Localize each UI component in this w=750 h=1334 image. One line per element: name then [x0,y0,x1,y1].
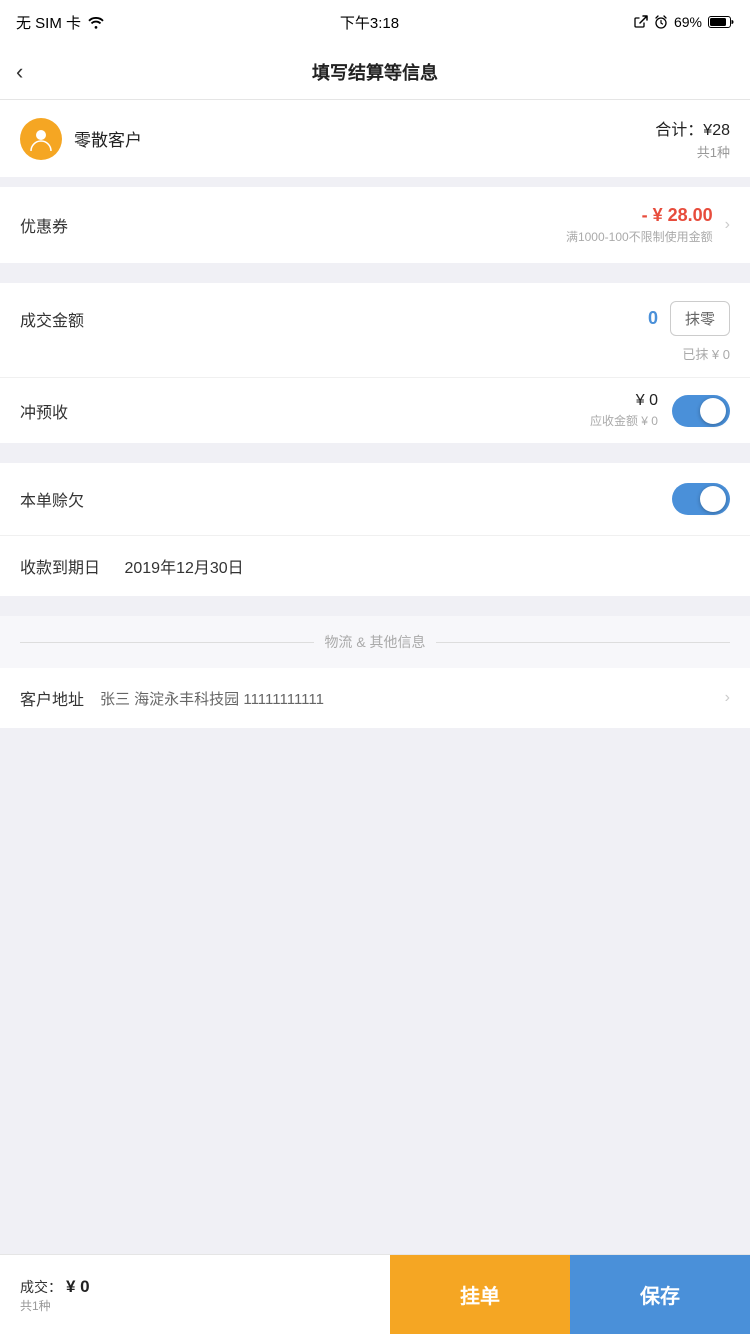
coupon-desc: 满1000-100不限制使用金额 [566,228,713,245]
hold-button[interactable]: 挂单 [390,1255,570,1334]
due-date-value: 2019年12月30日 [124,560,243,577]
nav-bar: ‹ 填写结算等信息 [0,44,750,100]
credit-card: 本单赊欠 收款到期日 2019年12月30日 [0,463,750,596]
status-bar: 无 SIM 卡 下午3:18 69% [0,0,750,44]
coupon-card: 优惠券 - ¥ 28.00 满1000-100不限制使用金额 › [0,187,750,263]
back-button[interactable]: ‹ [16,59,56,85]
advance-amount-value: ¥ 0 [590,392,658,410]
battery-label: 69% [674,14,702,30]
customer-row: 零散客户 合计：¥28 共1种 [0,100,750,177]
trade-amount-input[interactable] [618,308,658,329]
due-date-label: 收款到期日 [20,560,100,577]
logistics-label: 物流 & 其他信息 [324,632,425,652]
logistics-card: 物流 & 其他信息 客户地址 张三 海淀永丰科技园 11111111111 › [0,616,750,728]
location-icon [634,15,648,29]
coupon-label: 优惠券 [20,213,68,237]
trade-sub-label: 已抹 ¥ 0 [20,340,730,377]
avatar [20,118,62,160]
credit-row: 本单赊欠 [0,463,750,535]
section-gap-1 [0,273,750,283]
coupon-right: - ¥ 28.00 满1000-100不限制使用金额 › [566,205,730,245]
customer-total: 合计：¥28 [655,116,730,140]
trade-amount-section: 成交金额 抹零 已抹 ¥ 0 [0,283,750,377]
advance-amount: ¥ 0 应收金额 ¥ 0 [590,392,658,429]
section-gap-2 [0,453,750,463]
trade-amount-label: 成交金额 [20,307,84,331]
bottom-info: 成交： ¥ 0 共1种 [0,1275,390,1314]
trade-amount-row: 成交金额 抹零 [20,283,730,340]
coupon-row[interactable]: 优惠券 - ¥ 28.00 满1000-100不限制使用金额 › [0,187,750,263]
customer-summary: 合计：¥28 共1种 [655,116,730,161]
credit-label: 本单赊欠 [20,487,84,511]
advance-row: 冲预收 ¥ 0 应收金额 ¥ 0 [0,377,750,443]
content-area: 零散客户 合计：¥28 共1种 优惠券 - ¥ 28.00 满1000-100不… [0,100,750,828]
address-value: 张三 海淀永丰科技园 11111111111 [100,688,709,709]
credit-toggle-knob [700,486,726,512]
customer-name: 零散客户 [74,126,142,151]
logistics-line-left [20,642,314,643]
toggle-knob [700,398,726,424]
chevron-right-icon: › [725,216,730,234]
coupon-value: - ¥ 28.00 满1000-100不限制使用金额 [566,205,713,245]
bottom-trade-amount: ¥ 0 [66,1277,90,1297]
address-chevron-icon: › [725,689,730,707]
section-gap-3 [0,606,750,616]
advance-amount-sub: 应收金额 ¥ 0 [590,412,658,429]
due-date-row: 收款到期日 2019年12月30日 [0,535,750,596]
credit-toggle[interactable] [672,483,730,515]
advance-label: 冲预收 [20,399,68,423]
status-left: 无 SIM 卡 [16,12,105,33]
no-sim-label: 无 SIM 卡 [16,12,81,33]
customer-count: 共1种 [655,142,730,161]
wifi-icon [87,15,105,29]
round-zero-button[interactable]: 抹零 [670,301,730,336]
bottom-trade-count: 共1种 [20,1297,370,1314]
bottom-trade-label: 成交： [20,1277,62,1297]
advance-toggle[interactable] [672,395,730,427]
customer-left: 零散客户 [20,118,142,160]
person-icon [27,125,55,153]
coupon-amount: - ¥ 28.00 [566,205,713,226]
battery-icon [708,15,734,29]
bottom-bar: 成交： ¥ 0 共1种 挂单 保存 [0,1254,750,1334]
status-right: 69% [634,14,734,30]
status-time: 下午3:18 [340,12,399,33]
save-button[interactable]: 保存 [570,1255,750,1334]
address-row[interactable]: 客户地址 张三 海淀永丰科技园 11111111111 › [0,668,750,728]
alarm-icon [654,15,668,29]
trade-amount-right: 抹零 [618,301,730,336]
advance-right: ¥ 0 应收金额 ¥ 0 [590,392,730,429]
page-title: 填写结算等信息 [312,59,438,85]
bottom-trade-row: 成交： ¥ 0 [20,1275,370,1297]
trade-amount-card: 成交金额 抹零 已抹 ¥ 0 冲预收 ¥ 0 应收金额 ¥ 0 [0,283,750,443]
logistics-header: 物流 & 其他信息 [0,616,750,668]
logistics-line-right [436,642,730,643]
address-label: 客户地址 [20,686,84,710]
customer-card: 零散客户 合计：¥28 共1种 [0,100,750,177]
